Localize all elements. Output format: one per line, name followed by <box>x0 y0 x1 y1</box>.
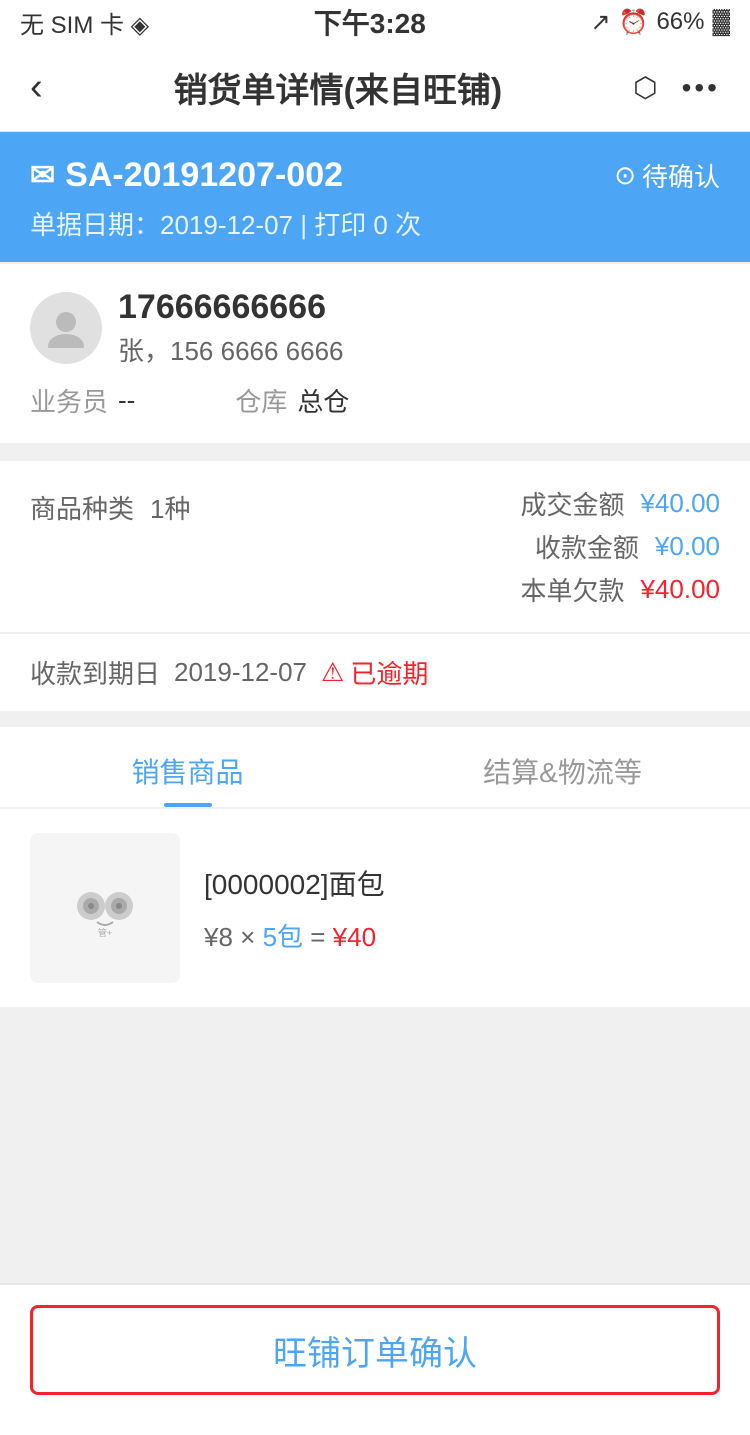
clock-icon: ⊙ <box>614 160 636 191</box>
location-icon: ↗ <box>590 8 610 37</box>
order-status: ⊙ 待确认 <box>614 157 720 194</box>
inbox-icon: ✉ <box>30 158 55 193</box>
received-amount-value: ¥0.00 <box>655 531 720 562</box>
warehouse-value: 总仓 <box>297 382 349 419</box>
price-total: ¥40 <box>333 922 376 952</box>
deal-amount-label: 成交金额 <box>520 485 624 522</box>
share-icon[interactable]: ⬡ <box>633 71 657 104</box>
avatar <box>30 292 102 364</box>
order-date: 单据日期：2019-12-07 | 打印 0 次 <box>30 205 720 242</box>
confirm-order-button[interactable]: 旺铺订单确认 <box>30 1305 720 1395</box>
received-amount-row: 收款金额 ¥0.00 <box>535 528 720 565</box>
product-details: [0000002]面包 ¥8 × 5包 = ¥40 <box>204 863 720 954</box>
battery-icon: ▓ <box>712 8 730 36</box>
warning-icon: ⚠ <box>321 657 344 688</box>
customer-name: 张，156 6666 6666 <box>118 331 720 368</box>
empty-area <box>0 1023 750 1283</box>
tabs: 销售商品 结算&物流等 <box>0 727 750 809</box>
due-date-section: 收款到期日 2019-12-07 ⚠ 已逾期 <box>0 634 750 711</box>
customer-section: 17666666666 张，156 6666 6666 业务员 -- 仓库 总仓 <box>0 264 750 443</box>
price-base: ¥8 × <box>204 922 263 952</box>
status-time: 下午3:28 <box>314 2 426 42</box>
svg-text:管+: 管+ <box>98 927 112 938</box>
divider-1 <box>0 445 750 461</box>
deal-amount-value: ¥40.00 <box>640 488 720 519</box>
overdue-label: 已逾期 <box>350 654 428 691</box>
due-date-label: 收款到期日 <box>30 654 160 691</box>
product-item: 管+ [0000002]面包 ¥8 × 5包 = ¥40 <box>0 809 750 1007</box>
due-date-value: 2019-12-07 <box>174 657 307 688</box>
product-price: ¥8 × 5包 = ¥40 <box>204 917 720 954</box>
avatar-icon <box>46 308 86 348</box>
category-field: 商品种类 1种 <box>30 485 190 526</box>
order-number: ✉ SA-20191207-002 <box>30 156 343 195</box>
owed-amount-label: 本单欠款 <box>520 571 624 608</box>
status-left: 无 SIM 卡 ◈ <box>20 5 149 40</box>
bottom-button-container: 旺铺订单确认 <box>0 1283 750 1435</box>
stats-section: 商品种类 1种 成交金额 ¥40.00 收款金额 ¥0.00 本单欠款 ¥40.… <box>0 461 750 632</box>
nav-bar: ‹ 销货单详情(来自旺铺) ⬡ ••• <box>0 44 750 132</box>
price-equals: = <box>303 922 333 952</box>
battery-status: 66% <box>656 8 704 36</box>
customer-fields: 业务员 -- 仓库 总仓 <box>30 378 720 419</box>
owed-amount-value: ¥40.00 <box>640 574 720 605</box>
page-title: 销货单详情(来自旺铺) <box>174 63 503 112</box>
sim-status: 无 SIM 卡 ◈ <box>20 5 149 40</box>
price-quantity: 5包 <box>263 922 303 952</box>
amounts-section: 成交金额 ¥40.00 收款金额 ¥0.00 本单欠款 ¥40.00 <box>520 485 720 608</box>
deal-amount-row: 成交金额 ¥40.00 <box>520 485 720 522</box>
salesperson-field: 业务员 -- <box>30 382 135 419</box>
warehouse-label: 仓库 <box>235 382 287 419</box>
status-bar: 无 SIM 卡 ◈ 下午3:28 ↗ ⏰ 66% ▓ <box>0 0 750 44</box>
product-image: 管+ <box>30 833 180 983</box>
back-button[interactable]: ‹ <box>30 66 43 109</box>
salesperson-label: 业务员 <box>30 382 108 419</box>
customer-phone: 17666666666 <box>118 288 720 327</box>
status-right: ↗ ⏰ 66% ▓ <box>590 8 730 37</box>
category-label: 商品种类 <box>30 489 134 526</box>
tab-settlement[interactable]: 结算&物流等 <box>375 727 750 807</box>
product-name: [0000002]面包 <box>204 863 720 903</box>
nav-actions: ⬡ ••• <box>633 71 720 104</box>
received-amount-label: 收款金额 <box>535 528 639 565</box>
more-icon[interactable]: ••• <box>682 72 720 104</box>
tab-sales-products[interactable]: 销售商品 <box>0 727 375 807</box>
category-value: 1种 <box>150 489 190 526</box>
salesperson-value: -- <box>118 385 135 416</box>
customer-info: 17666666666 张，156 6666 6666 <box>118 288 720 368</box>
order-header-top: ✉ SA-20191207-002 ⊙ 待确认 <box>30 156 720 195</box>
alarm-icon: ⏰ <box>619 8 649 37</box>
owed-amount-row: 本单欠款 ¥40.00 <box>520 571 720 608</box>
customer-row: 17666666666 张，156 6666 6666 <box>30 288 720 368</box>
warehouse-field: 仓库 总仓 <box>235 382 349 419</box>
overdue-badge: ⚠ 已逾期 <box>321 654 428 691</box>
product-image-icon: 管+ <box>55 878 155 938</box>
order-header: ✉ SA-20191207-002 ⊙ 待确认 单据日期：2019-12-07 … <box>0 132 750 262</box>
